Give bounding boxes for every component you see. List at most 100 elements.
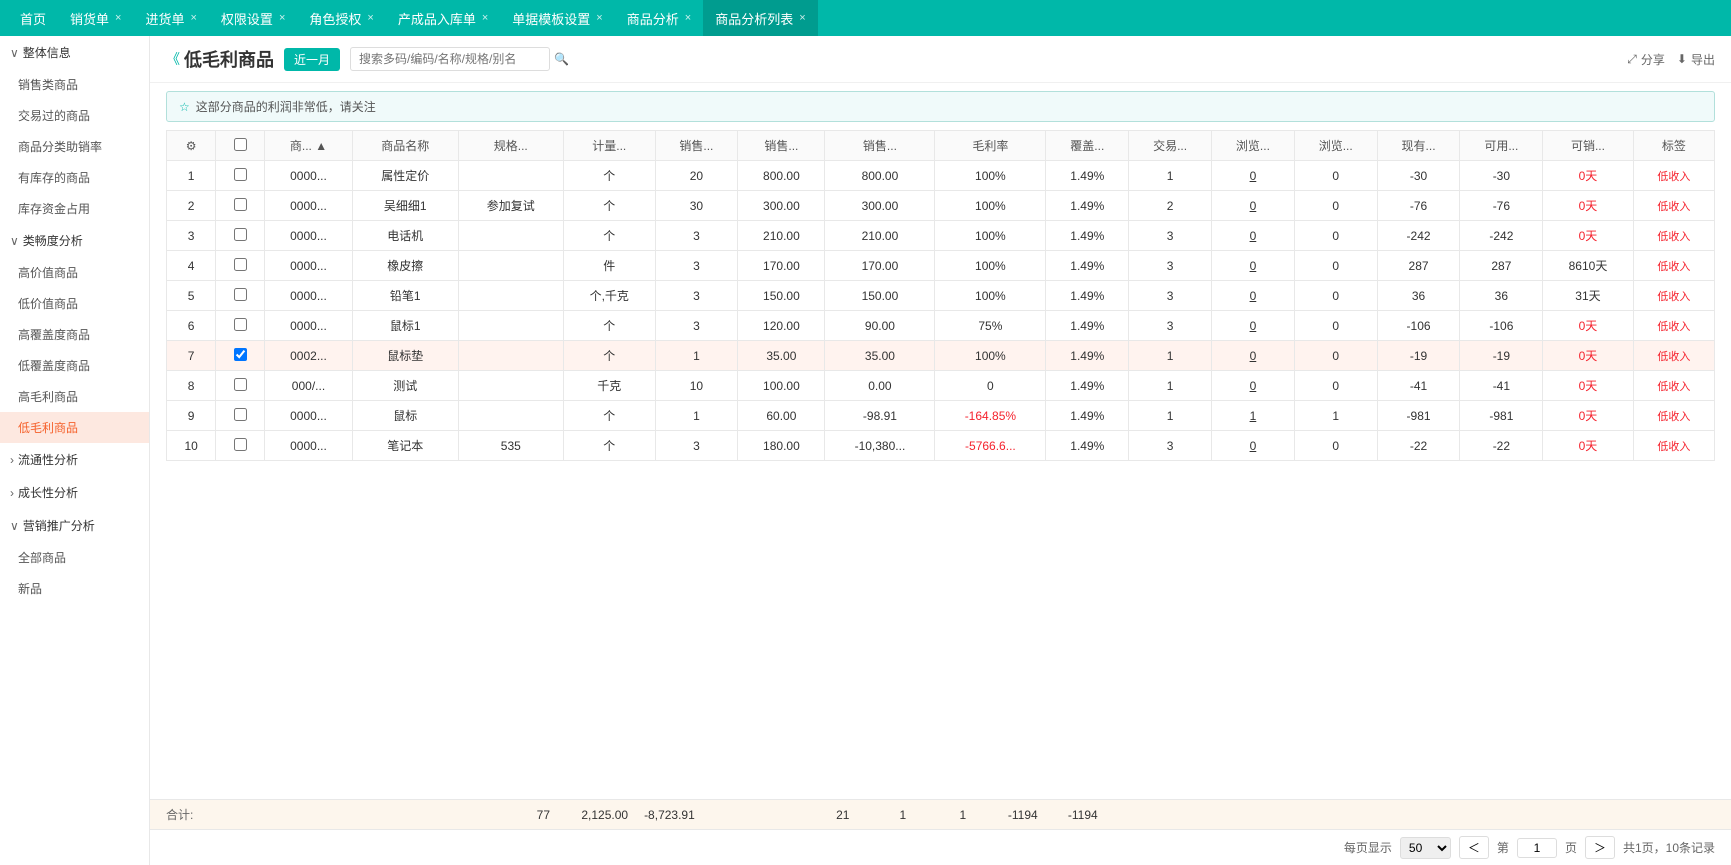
table-row: 8 000/... 测试 千克 10 100.00 0.00 0 1.49% 1… xyxy=(167,371,1715,401)
row-checkbox[interactable] xyxy=(216,431,265,461)
sidebar-item-traded-products[interactable]: 交易过的商品 xyxy=(0,100,149,131)
nav-product-analysis-close[interactable]: × xyxy=(685,12,691,24)
nav-permissions[interactable]: 权限设置 × xyxy=(209,0,297,36)
row-views1[interactable]: 0 xyxy=(1212,431,1295,461)
nav-product-analysis[interactable]: 商品分析 × xyxy=(615,0,703,36)
row-select-checkbox[interactable] xyxy=(234,198,247,211)
sidebar-item-low-coverage[interactable]: 低覆盖度商品 xyxy=(0,350,149,381)
row-select-checkbox[interactable] xyxy=(234,258,247,271)
row-select-checkbox[interactable] xyxy=(234,378,247,391)
sidebar-item-inventory-capital[interactable]: 库存资金占用 xyxy=(0,193,149,224)
row-checkbox[interactable] xyxy=(216,191,265,221)
nav-product-analysis-list-close[interactable]: × xyxy=(799,12,805,24)
row-views1[interactable]: 0 xyxy=(1212,281,1295,311)
nav-template-settings[interactable]: 单据模板设置 × xyxy=(500,0,614,36)
sidebar-item-high-value[interactable]: 高价值商品 xyxy=(0,257,149,288)
nav-permissions-close[interactable]: × xyxy=(279,12,285,24)
col-checkbox[interactable] xyxy=(216,131,265,161)
row-checkbox[interactable] xyxy=(216,371,265,401)
row-gross-margin: 100% xyxy=(935,191,1046,221)
row-spec xyxy=(458,221,564,251)
row-select-checkbox[interactable] xyxy=(234,438,247,451)
nav-sales[interactable]: 销货单 × xyxy=(58,0,133,36)
sidebar-item-new-products[interactable]: 新品 xyxy=(0,573,149,604)
next-page-button[interactable]: ＞ xyxy=(1585,836,1615,859)
nav-finished-goods[interactable]: 产成品入库单 × xyxy=(386,0,500,36)
row-views1[interactable]: 0 xyxy=(1212,251,1295,281)
col-unit[interactable]: 计量... xyxy=(564,131,655,161)
row-views2: 0 xyxy=(1294,191,1377,221)
nav-roles[interactable]: 角色授权 × xyxy=(297,0,385,36)
sidebar-item-all-products[interactable]: 全部商品 xyxy=(0,542,149,573)
row-sales-qty: 3 xyxy=(655,221,738,251)
row-select-checkbox[interactable] xyxy=(234,348,247,361)
search-icon[interactable]: 🔍 xyxy=(554,52,569,66)
sidebar-section-marketing[interactable]: ∨ 营销推广分析 xyxy=(0,509,149,542)
row-views1[interactable]: 0 xyxy=(1212,161,1295,191)
row-select-checkbox[interactable] xyxy=(234,168,247,181)
nav-roles-close[interactable]: × xyxy=(367,12,373,24)
page-number-input[interactable] xyxy=(1517,838,1557,858)
sidebar-item-in-stock[interactable]: 有库存的商品 xyxy=(0,162,149,193)
sidebar-item-sales-products[interactable]: 销售类商品 xyxy=(0,69,149,100)
prev-page-button[interactable]: ＜ xyxy=(1459,836,1489,859)
nav-purchase-close[interactable]: × xyxy=(190,12,196,24)
row-checkbox[interactable] xyxy=(216,311,265,341)
col-sales-price[interactable]: 销售... xyxy=(738,131,825,161)
row-checkbox[interactable] xyxy=(216,221,265,251)
row-select-checkbox[interactable] xyxy=(234,288,247,301)
row-views1[interactable]: 0 xyxy=(1212,371,1295,401)
sidebar-item-category-rate[interactable]: 商品分类助销率 xyxy=(0,131,149,162)
sidebar-section-overall[interactable]: ∨ 整体信息 xyxy=(0,36,149,69)
col-spec[interactable]: 规格... xyxy=(458,131,564,161)
row-checkbox[interactable] xyxy=(216,281,265,311)
row-select-checkbox[interactable] xyxy=(234,318,247,331)
row-checkbox[interactable] xyxy=(216,401,265,431)
col-coverage[interactable]: 覆盖... xyxy=(1046,131,1129,161)
row-checkbox[interactable] xyxy=(216,161,265,191)
row-select-checkbox[interactable] xyxy=(234,228,247,241)
col-name[interactable]: 商品名称 xyxy=(352,131,458,161)
sidebar-item-low-margin[interactable]: 低毛利商品 xyxy=(0,412,149,443)
row-views1[interactable]: 1 xyxy=(1212,401,1295,431)
nav-product-analysis-list[interactable]: 商品分析列表 × xyxy=(703,0,817,36)
col-sales-amount[interactable]: 销售... xyxy=(825,131,935,161)
col-views2[interactable]: 浏览... xyxy=(1294,131,1377,161)
row-views1[interactable]: 0 xyxy=(1212,191,1295,221)
row-checkbox[interactable] xyxy=(216,251,265,281)
col-saleable[interactable]: 可销... xyxy=(1543,131,1633,161)
col-views1[interactable]: 浏览... xyxy=(1212,131,1295,161)
col-available[interactable]: 可用... xyxy=(1460,131,1543,161)
nav-finished-goods-close[interactable]: × xyxy=(482,12,488,24)
sidebar-item-low-value[interactable]: 低价值商品 xyxy=(0,288,149,319)
row-sales-amount: -10,380... xyxy=(825,431,935,461)
nav-template-close[interactable]: × xyxy=(596,12,602,24)
export-button[interactable]: ⬇ 导出 xyxy=(1677,51,1715,68)
nav-purchase[interactable]: 进货单 × xyxy=(133,0,208,36)
sidebar-section-circulation[interactable]: › 流通性分析 xyxy=(0,443,149,476)
search-input[interactable] xyxy=(350,47,550,71)
col-code[interactable]: 商... ▲ xyxy=(264,131,352,161)
row-views1[interactable]: 0 xyxy=(1212,221,1295,251)
nav-home[interactable]: 首页 xyxy=(8,0,58,36)
share-button[interactable]: ⤢ 分享 xyxy=(1627,51,1665,68)
col-settings[interactable]: ⚙ xyxy=(167,131,216,161)
row-views1[interactable]: 0 xyxy=(1212,341,1295,371)
col-tag[interactable]: 标签 xyxy=(1633,131,1714,161)
col-transaction[interactable]: 交易... xyxy=(1129,131,1212,161)
col-sales-qty[interactable]: 销售... xyxy=(655,131,738,161)
row-views1[interactable]: 0 xyxy=(1212,311,1295,341)
col-gross-margin[interactable]: 毛利率 xyxy=(935,131,1046,161)
select-all-checkbox[interactable] xyxy=(234,138,247,151)
row-checkbox[interactable] xyxy=(216,341,265,371)
sidebar-section-popularity[interactable]: ∨ 类畅度分析 xyxy=(0,224,149,257)
row-select-checkbox[interactable] xyxy=(234,408,247,421)
page-size-select[interactable]: 50 100 200 xyxy=(1400,837,1451,859)
nav-sales-close[interactable]: × xyxy=(115,12,121,24)
sidebar-item-high-margin[interactable]: 高毛利商品 xyxy=(0,381,149,412)
sidebar-item-high-coverage[interactable]: 高覆盖度商品 xyxy=(0,319,149,350)
collapse-button[interactable]: 《 xyxy=(166,49,180,69)
time-filter-button[interactable]: 近一月 xyxy=(284,48,340,71)
sidebar-section-growth[interactable]: › 成长性分析 xyxy=(0,476,149,509)
col-current-stock[interactable]: 现有... xyxy=(1377,131,1460,161)
